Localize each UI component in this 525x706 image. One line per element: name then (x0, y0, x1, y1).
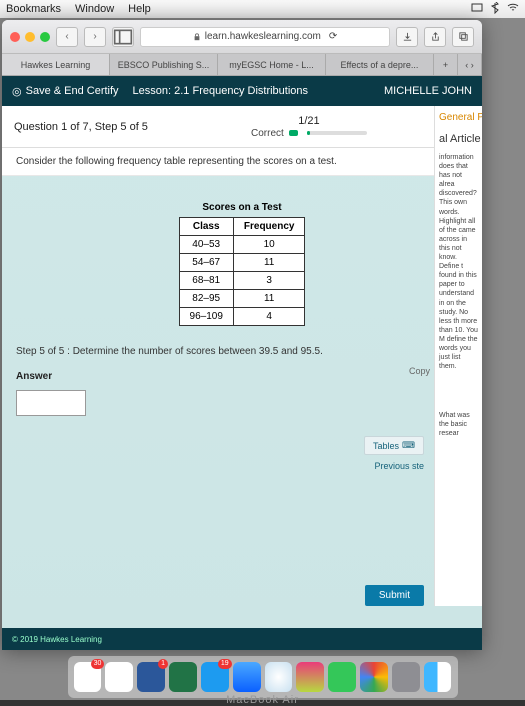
question-prompt: Consider the following frequency table r… (2, 148, 482, 176)
step-instruction: Step 5 of 5 : Determine the number of sc… (2, 340, 482, 363)
tab-myegsc[interactable]: myEGSC Home - L... (218, 54, 326, 75)
tables-button[interactable]: Tables ⌨ (364, 436, 424, 455)
browser-window: ‹ › learn.hawkeslearning.com ⟳ Hawkes Le… (2, 20, 482, 650)
desktop: ‹ › learn.hawkeslearning.com ⟳ Hawkes Le… (0, 18, 525, 700)
frequency-table: Scores on a Test ClassFrequency 40–5310 … (179, 198, 306, 326)
back-button[interactable]: ‹ (56, 27, 78, 47)
app-header: ◎ Save & End Certify Lesson: 2.1 Frequen… (2, 76, 482, 106)
dock-calendar-icon[interactable] (74, 662, 102, 692)
answer-input[interactable] (16, 390, 86, 416)
target-icon: ◎ (12, 85, 22, 98)
table-title: Scores on a Test (179, 198, 306, 217)
dock (68, 656, 458, 698)
menu-bookmarks[interactable]: Bookmarks (6, 3, 61, 15)
status-badge (289, 130, 298, 136)
os-menubar: Bookmarks Window Help (0, 0, 525, 18)
status-text: Correct (251, 128, 284, 139)
article-question: What was the basic resear (439, 411, 478, 438)
table-row: 96–1094 (179, 308, 305, 326)
browser-toolbar: ‹ › learn.hawkeslearning.com ⟳ (2, 20, 482, 54)
dock-safari-icon[interactable] (265, 662, 293, 692)
new-tab-button[interactable]: + (434, 54, 458, 75)
table-row: 40–5310 (179, 236, 305, 254)
submit-button[interactable]: Submit (365, 585, 424, 606)
address-bar[interactable]: learn.hawkeslearning.com ⟳ (140, 27, 390, 47)
dock-settings-icon[interactable] (392, 662, 420, 692)
dock-finder-icon[interactable] (424, 662, 452, 692)
page-footer: © 2019 Hawkes Learning (2, 628, 482, 650)
lock-icon (193, 33, 201, 41)
user-name: MICHELLE JOHN (384, 85, 472, 97)
download-button[interactable] (396, 27, 418, 47)
table-row: 54–6711 (179, 254, 305, 272)
tab-effects[interactable]: Effects of a depre... (326, 54, 434, 75)
dock-pages-icon[interactable] (105, 662, 133, 692)
macbook-label: MacBook Air (226, 694, 299, 706)
tab-ebsco[interactable]: EBSCO Publishing S... (110, 54, 218, 75)
bluetooth-icon[interactable] (489, 2, 501, 17)
keypad-icon: ⌨ (402, 440, 415, 451)
dock-appstore-icon[interactable] (233, 662, 261, 692)
article-text: information does that has not alrea disc… (439, 153, 478, 371)
article-heading: al Article (439, 133, 478, 145)
menu-window[interactable]: Window (75, 3, 114, 15)
progress-bar (307, 131, 367, 135)
screen-icon[interactable] (471, 2, 483, 17)
dock-chrome-icon[interactable] (360, 662, 388, 692)
sidebar-button[interactable] (112, 27, 134, 47)
tab-bar: Hawkes Learning EBSCO Publishing S... my… (2, 54, 482, 76)
maximize-icon[interactable] (40, 32, 50, 42)
forward-button[interactable]: › (84, 27, 106, 47)
close-icon[interactable] (10, 32, 20, 42)
previous-step-link[interactable]: Previous ste (374, 461, 424, 471)
dock-facetime-icon[interactable] (328, 662, 356, 692)
question-label: Question 1 of 7, Step 5 of 5 (14, 121, 148, 133)
window-controls (10, 32, 50, 42)
general-psyc-link[interactable]: General Psyc (439, 112, 478, 123)
table-row: 82–9511 (179, 290, 305, 308)
lesson-title: Lesson: 2.1 Frequency Distributions (133, 85, 308, 97)
page-content: ◎ Save & End Certify Lesson: 2.1 Frequen… (2, 76, 482, 650)
col-freq: Frequency (233, 218, 305, 236)
url-text: learn.hawkeslearning.com (205, 31, 321, 42)
tab-nav[interactable]: ‹ › (458, 54, 482, 75)
dock-mail-icon[interactable] (201, 662, 229, 692)
menu-help[interactable]: Help (128, 3, 151, 15)
dock-itunes-icon[interactable] (296, 662, 324, 692)
tabs-button[interactable] (452, 27, 474, 47)
table-row: 68–813 (179, 272, 305, 290)
dock-excel-icon[interactable] (169, 662, 197, 692)
col-class: Class (179, 218, 233, 236)
share-button[interactable] (424, 27, 446, 47)
reload-icon[interactable]: ⟳ (329, 31, 337, 42)
sidebar-panel: General Psyc al Article information does… (434, 106, 482, 606)
copy-button[interactable]: Copy (409, 366, 430, 376)
save-end-button[interactable]: ◎ Save & End Certify (12, 85, 119, 98)
dock-word-icon[interactable] (137, 662, 165, 692)
tab-hawkes[interactable]: Hawkes Learning (2, 54, 110, 75)
wifi-icon[interactable] (507, 2, 519, 17)
question-bar: Question 1 of 7, Step 5 of 5 1/21 Correc… (2, 106, 482, 148)
progress-text: 1/21 (148, 115, 470, 127)
minimize-icon[interactable] (25, 32, 35, 42)
